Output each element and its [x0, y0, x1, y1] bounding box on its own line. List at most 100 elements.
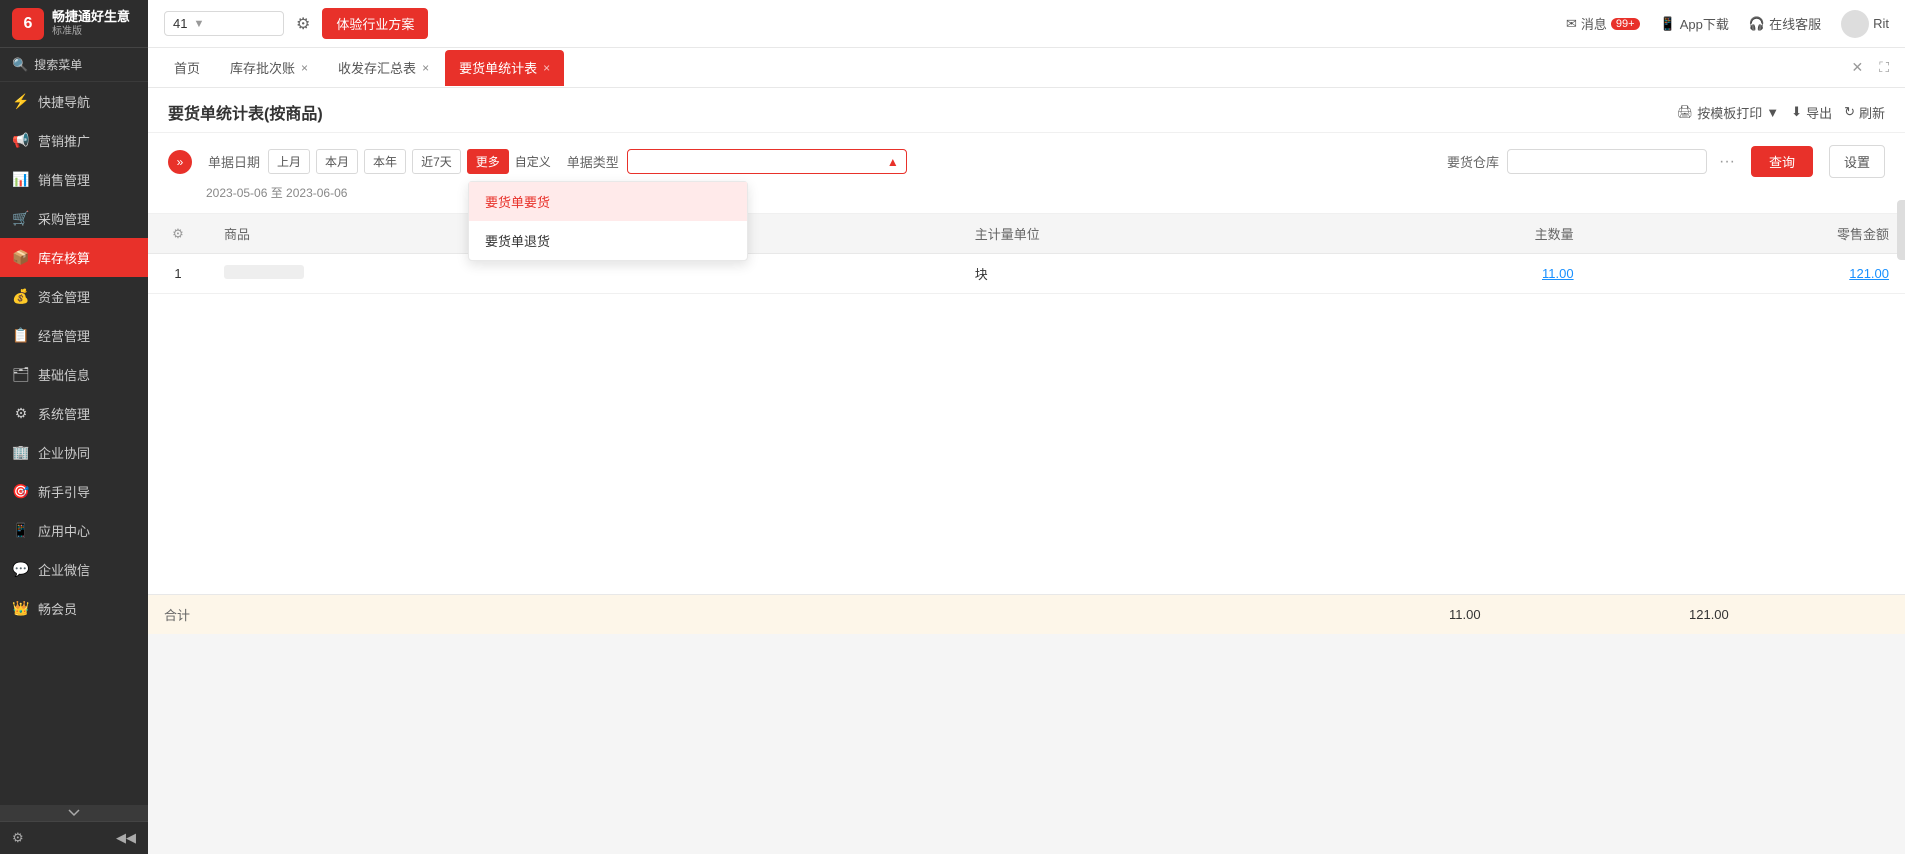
table-row: 1 块 11.00 121.00	[148, 254, 1905, 294]
filter-date-group: 单据日期 上月 本月 本年 近7天 更多 自定义	[208, 149, 551, 174]
tab-order-stats[interactable]: 要货单统计表 ×	[445, 50, 564, 86]
refresh-btn[interactable]: ↻ 刷新	[1844, 103, 1885, 122]
footer-total-label: 合计	[164, 608, 190, 623]
inventory-icon: 📦	[12, 249, 30, 266]
type-arrow-up-icon[interactable]: ▲	[887, 155, 899, 169]
tab-home[interactable]: 首页	[160, 50, 214, 86]
sidebar-scroll-down[interactable]	[0, 805, 148, 821]
warehouse-input[interactable]	[1507, 149, 1707, 174]
date-custom-btn[interactable]: 自定义	[515, 153, 551, 170]
dropdown-item-order-return[interactable]: 要货单退货	[469, 221, 747, 260]
export-label: 导出	[1806, 103, 1832, 122]
date-label: 单据日期	[208, 152, 260, 171]
export-btn[interactable]: ⬇ 导出	[1791, 103, 1832, 122]
date-btn-this-year[interactable]: 本年	[364, 149, 406, 174]
marketing-icon: 📢	[12, 132, 30, 149]
tab-receive-summary[interactable]: 收发存汇总表 ×	[324, 50, 443, 86]
sidebar-item-label: 应用中心	[38, 521, 90, 540]
date-btn-prev-month[interactable]: 上月	[268, 149, 310, 174]
dropdown-item-order-goods[interactable]: 要货单要货	[469, 182, 747, 221]
type-dropdown: 要货单要货 要货单退货	[468, 181, 748, 261]
filter-toggle-btn[interactable]: »	[168, 150, 192, 174]
sidebar-collapse-btn[interactable]: ◀◀	[116, 830, 136, 846]
tabbar-right-controls: ✕ ⛶	[1847, 57, 1893, 78]
page-header-actions: 🖨 按模板打印 ▼ ⬇ 导出 ↻ 刷新	[1677, 103, 1885, 122]
member-icon: 👑	[12, 600, 30, 617]
sidebar-item-label: 系统管理	[38, 404, 90, 423]
sidebar-item-corp[interactable]: 🏢 企业协同	[0, 433, 148, 472]
sidebar-item-label: 基础信息	[38, 365, 90, 384]
type-label: 单据类型	[567, 152, 619, 171]
sidebar-item-marketing[interactable]: 📢 营销推广	[0, 121, 148, 160]
tab-close-all-icon[interactable]: ✕	[1847, 57, 1867, 78]
page-title: 要货单统计表(按商品)	[168, 100, 323, 124]
th-unit: 主计量单位	[959, 214, 1323, 254]
app-download-label: App下载	[1680, 14, 1729, 33]
messages-btn[interactable]: ✉ 消息 99+	[1566, 14, 1640, 33]
export-icon: ⬇	[1791, 104, 1802, 120]
th-quantity-label: 主数量	[1535, 227, 1574, 242]
settings-btn[interactable]: 设置	[1829, 145, 1885, 178]
org-selector[interactable]: 41 ▼	[164, 11, 284, 36]
sidebar-item-quick-nav[interactable]: ⚡ 快捷导航	[0, 82, 148, 121]
sidebar-item-wechat[interactable]: 💬 企业微信	[0, 550, 148, 589]
filter-more-icon[interactable]: ···	[1719, 153, 1735, 171]
sidebar-search[interactable]: 🔍 搜索菜单	[0, 48, 148, 82]
th-product-label: 商品	[224, 227, 250, 242]
sidebar-item-finance[interactable]: 💰 资金管理	[0, 277, 148, 316]
filter-area: » 单据日期 上月 本月 本年 近7天 更多 自定义 单据类型	[148, 133, 1905, 214]
system-icon: ⚙	[12, 405, 30, 422]
sidebar-item-app-center[interactable]: 📱 应用中心	[0, 511, 148, 550]
close-inventory-batch-icon[interactable]: ×	[301, 61, 308, 75]
date-options: 上月 本月 本年 近7天 更多 自定义	[268, 149, 551, 174]
topbar-settings-icon[interactable]: ⚙	[296, 14, 310, 34]
online-service-btn[interactable]: 🎧 在线客服	[1749, 14, 1821, 33]
finance-icon: 💰	[12, 288, 30, 305]
basic-icon: 🗂	[12, 366, 30, 383]
date-btn-this-month[interactable]: 本月	[316, 149, 358, 174]
close-order-stats-icon[interactable]: ×	[543, 61, 550, 75]
close-receive-summary-icon[interactable]: ×	[422, 61, 429, 75]
app-logo-icon: 6	[12, 8, 44, 40]
search-icon: 🔍	[12, 57, 28, 73]
sidebar-item-guide[interactable]: 🎯 新手引导	[0, 472, 148, 511]
industry-btn[interactable]: 体验行业方案	[322, 8, 428, 39]
sidebar-item-label: 营销推广	[38, 131, 90, 150]
warehouse-label: 要货仓库	[1447, 152, 1499, 171]
sidebar-item-label: 资金管理	[38, 287, 90, 306]
sidebar-item-basic[interactable]: 🗂 基础信息	[0, 355, 148, 394]
tab-receive-summary-label: 收发存汇总表	[338, 58, 416, 77]
app-logo-text: 畅捷通好生意 标准版	[52, 9, 130, 39]
sidebar-item-inventory[interactable]: 📦 库存核算	[0, 238, 148, 277]
print-icon: 🖨	[1677, 104, 1694, 120]
date-btn-more[interactable]: 更多	[467, 149, 509, 174]
date-btn-7days[interactable]: 近7天	[412, 149, 461, 174]
table-wrapper: ⚙ 商品 主计量单位 主数量 零售金额	[148, 214, 1905, 294]
query-btn[interactable]: 查询	[1751, 146, 1813, 177]
content-area: 要货单统计表(按商品) 🖨 按模板打印 ▼ ⬇ 导出 ↻ 刷新	[148, 88, 1905, 854]
sidebar-item-member[interactable]: 👑 畅会员	[0, 589, 148, 628]
quantity-link[interactable]: 11.00	[1542, 266, 1574, 281]
cell-unit: 块	[959, 254, 1323, 294]
sidebar-settings-btn[interactable]: ⚙	[12, 830, 24, 846]
tab-inventory-batch[interactable]: 库存批次账 ×	[216, 50, 322, 86]
sidebar-item-system[interactable]: ⚙ 系统管理	[0, 394, 148, 433]
th-amount: 零售金额	[1590, 214, 1905, 254]
date-range-text: 2023-05-06 至 2023-06-06	[206, 186, 347, 200]
sidebar-item-purchase[interactable]: 🛒 采购管理	[0, 199, 148, 238]
user-avatar-area[interactable]: Rit	[1841, 10, 1889, 38]
amount-link[interactable]: 121.00	[1849, 266, 1889, 281]
app-download-btn[interactable]: 📱 App下载	[1660, 14, 1729, 33]
wechat-icon: 💬	[12, 561, 30, 578]
cell-quantity: 11.00	[1323, 254, 1590, 294]
table-settings-icon[interactable]: ⚙	[148, 214, 208, 254]
corp-icon: 🏢	[12, 444, 30, 461]
sidebar-item-operation[interactable]: 📋 经营管理	[0, 316, 148, 355]
tab-expand-icon[interactable]: ⛶	[1875, 57, 1893, 78]
sidebar-item-sales[interactable]: 📊 销售管理	[0, 160, 148, 199]
resize-handle[interactable]	[1897, 200, 1905, 260]
dropdown-item-label: 要货单要货	[485, 195, 550, 210]
type-input[interactable]	[627, 149, 907, 174]
print-btn[interactable]: 🖨 按模板打印 ▼	[1677, 103, 1779, 122]
phone-icon: 📱	[1660, 16, 1676, 32]
